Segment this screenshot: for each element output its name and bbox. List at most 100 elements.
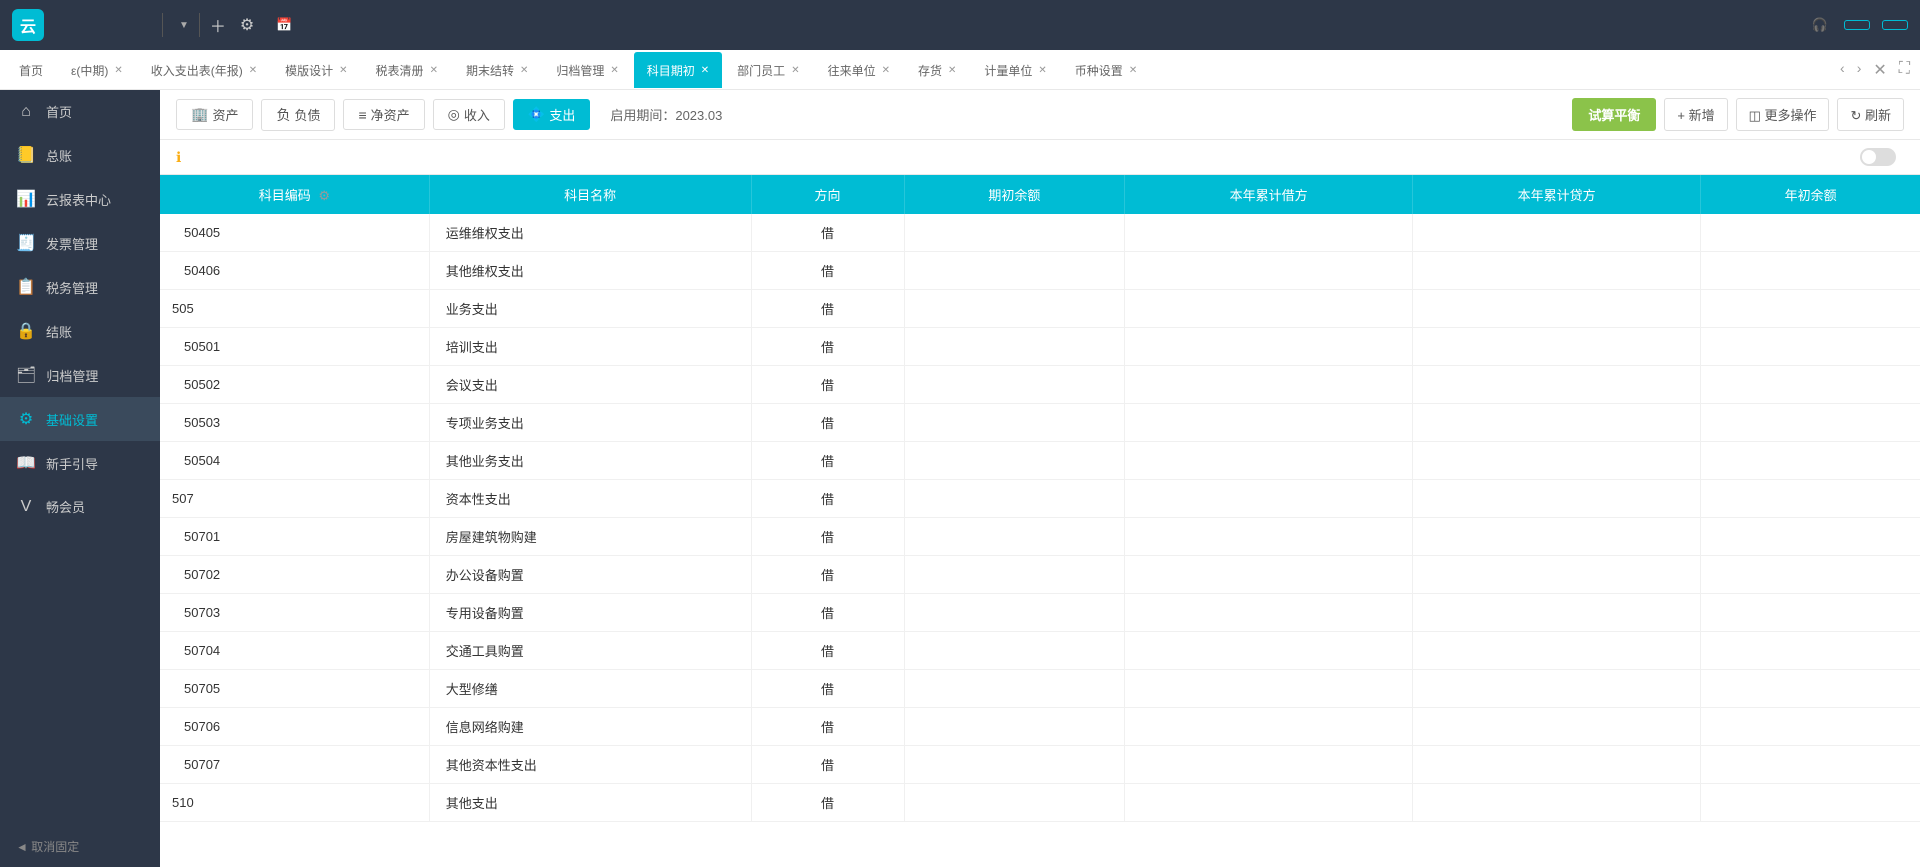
tab-currency[interactable]: 币种设置✕ xyxy=(1062,52,1150,88)
calc-balance-button[interactable]: 试算平衡 xyxy=(1572,98,1656,131)
filter-label-net_asset: 净资产 xyxy=(371,105,410,124)
cell-ytd-credit xyxy=(1413,366,1701,404)
table-row[interactable]: 50501 培训支出 借 xyxy=(160,328,1920,366)
account-button[interactable] xyxy=(1844,20,1870,30)
settings-icon[interactable]: ⚙ xyxy=(240,15,254,35)
gear-icon[interactable]: ⚙ xyxy=(318,188,330,203)
header-row: 科目编码 ⚙科目名称方向期初余额本年累计借方本年累计贷方年初余额 xyxy=(160,175,1920,214)
help-button[interactable]: 🎧 xyxy=(1812,17,1832,33)
tab-label: 收入支出表(年报) xyxy=(151,62,243,79)
more-actions-button[interactable]: ◫ 更多操作 xyxy=(1736,98,1830,131)
iam-button[interactable] xyxy=(1882,20,1908,30)
filter-tab-expense[interactable]: 💠支出 xyxy=(513,99,590,130)
tab-archive[interactable]: 归档管理 ✕ xyxy=(543,52,631,88)
sidebar-icon-tax: 📋 xyxy=(16,277,36,297)
sidebar-item-invoice[interactable]: 🧾 发票管理 xyxy=(0,221,160,265)
add-button[interactable]: + 新增 xyxy=(1664,98,1727,131)
tab-unit[interactable]: 计量单位✕ xyxy=(971,52,1059,88)
cell-code: 50502 xyxy=(160,366,429,404)
filter-tab-liability[interactable]: 负负债 xyxy=(261,99,335,131)
tab-close-icon[interactable]: ✕ xyxy=(249,65,257,76)
sidebar-item-guide[interactable]: 📖 新手引导 xyxy=(0,441,160,485)
tab-prev-button[interactable]: ‹ xyxy=(1836,58,1849,82)
tab-close-all-button[interactable]: ✕ xyxy=(1869,58,1890,82)
tab-counterpart[interactable]: 往来单位✕ xyxy=(815,52,903,88)
tab-label: 科目期初 xyxy=(647,62,695,79)
table-row[interactable]: 505 业务支出 借 xyxy=(160,290,1920,328)
sidebar-item-settings[interactable]: ⚙ 基础设置 xyxy=(0,397,160,441)
tab-interim[interactable]: ε(中期)✕ xyxy=(58,52,136,88)
tab-expand-button[interactable]: ⛶ xyxy=(1895,58,1914,82)
filter-icon-liability: 负 xyxy=(276,105,290,125)
table-row[interactable]: 50702 办公设备购置 借 xyxy=(160,556,1920,594)
table-row[interactable]: 50503 专项业务支出 借 xyxy=(160,404,1920,442)
tab-subject_init[interactable]: 科目期初 ✕ xyxy=(634,52,722,88)
tab-close-icon[interactable]: ✕ xyxy=(520,65,528,76)
tab-income[interactable]: 收入支出表(年报) ✕ xyxy=(138,52,270,88)
tab-period_end[interactable]: 期末结转✕ xyxy=(453,52,541,88)
filter-tab-income[interactable]: ◎收入 xyxy=(433,99,505,130)
table-row[interactable]: 50504 其他业务支出 借 xyxy=(160,442,1920,480)
table-row[interactable]: 50707 其他资本性支出 借 xyxy=(160,746,1920,784)
tab-label: 归档管理 xyxy=(556,62,604,79)
tab-close-icon[interactable]: ✕ xyxy=(948,65,956,76)
sidebar-label-closing: 结账 xyxy=(46,322,72,341)
cell-name: 运维维权支出 xyxy=(429,214,751,252)
calendar-icon[interactable]: 📅 xyxy=(276,17,292,33)
table-row[interactable]: 50502 会议支出 借 xyxy=(160,366,1920,404)
tab-template[interactable]: 模版设计✕ xyxy=(272,52,360,88)
table-row[interactable]: 510 其他支出 借 xyxy=(160,784,1920,822)
tab-close-icon[interactable]: ✕ xyxy=(114,65,122,76)
tab-dept[interactable]: 部门员工✕ xyxy=(724,52,812,88)
table-row[interactable]: 50701 房屋建筑物购建 借 xyxy=(160,518,1920,556)
sidebar-item-report[interactable]: 📊 云报表中心 xyxy=(0,177,160,221)
workspace-selector[interactable]: ▼ xyxy=(173,20,189,31)
sidebar-item-closing[interactable]: 🔒 结账 xyxy=(0,309,160,353)
sidebar-item-tax[interactable]: 📋 税务管理 xyxy=(0,265,160,309)
cell-direction: 借 xyxy=(751,214,904,252)
sidebar-item-home[interactable]: ⌂ 首页 xyxy=(0,90,160,133)
table-row[interactable]: 50405 运维维权支出 借 xyxy=(160,214,1920,252)
cell-name: 资本性支出 xyxy=(429,480,751,518)
tab-close-icon[interactable]: ✕ xyxy=(1129,65,1137,76)
tab-next-button[interactable]: › xyxy=(1853,58,1866,82)
tab-close-icon[interactable]: ✕ xyxy=(610,65,618,76)
filter-tab-net_asset[interactable]: ≡净资产 xyxy=(343,99,424,130)
tab-close-icon[interactable]: ✕ xyxy=(701,65,709,76)
refresh-button[interactable]: ↻ 刷新 xyxy=(1837,98,1904,131)
tab-close-icon[interactable]: ✕ xyxy=(430,65,438,76)
add-workspace-icon[interactable]: ＋ xyxy=(210,13,226,37)
table-row[interactable]: 50704 交通工具购置 借 xyxy=(160,632,1920,670)
table-row[interactable]: 50703 专用设备购置 借 xyxy=(160,594,1920,632)
sidebar-collapse-button[interactable]: ◄ 取消固定 xyxy=(0,826,160,867)
table-row[interactable]: 507 资本性支出 借 xyxy=(160,480,1920,518)
sidebar-item-member[interactable]: V 畅会员 xyxy=(0,485,160,528)
cell-opening-year xyxy=(1701,252,1920,290)
sidebar-item-ledger[interactable]: 📒 总账 xyxy=(0,133,160,177)
cell-opening xyxy=(904,404,1125,442)
tab-tax[interactable]: 税表清册✕ xyxy=(363,52,451,88)
tab-close-icon[interactable]: ✕ xyxy=(1038,65,1046,76)
cell-direction: 借 xyxy=(751,290,904,328)
cell-opening xyxy=(904,784,1125,822)
cell-opening xyxy=(904,214,1125,252)
cell-code: 50707 xyxy=(160,746,429,784)
disable-toggle[interactable] xyxy=(1860,148,1896,166)
tab-home[interactable]: 首页 xyxy=(6,52,56,88)
sidebar-item-archive[interactable]: 🗂 归档管理 xyxy=(0,353,160,397)
cell-opening xyxy=(904,746,1125,784)
logo-icon: 云 xyxy=(12,9,44,41)
sidebar-icon-closing: 🔒 xyxy=(16,321,36,341)
tab-close-icon[interactable]: ✕ xyxy=(791,65,799,76)
table-row[interactable]: 50705 大型修缮 借 xyxy=(160,670,1920,708)
tab-inventory[interactable]: 存货✕ xyxy=(905,52,969,88)
cell-direction: 借 xyxy=(751,518,904,556)
cell-ytd-credit xyxy=(1413,670,1701,708)
tab-close-icon[interactable]: ✕ xyxy=(339,65,347,76)
sidebar-icon-archive: 🗂 xyxy=(16,365,36,385)
cell-name: 专用设备购置 xyxy=(429,594,751,632)
filter-tab-asset[interactable]: 🏢资产 xyxy=(176,99,253,130)
table-row[interactable]: 50406 其他维权支出 借 xyxy=(160,252,1920,290)
tab-close-icon[interactable]: ✕ xyxy=(882,65,890,76)
table-row[interactable]: 50706 信息网络购建 借 xyxy=(160,708,1920,746)
